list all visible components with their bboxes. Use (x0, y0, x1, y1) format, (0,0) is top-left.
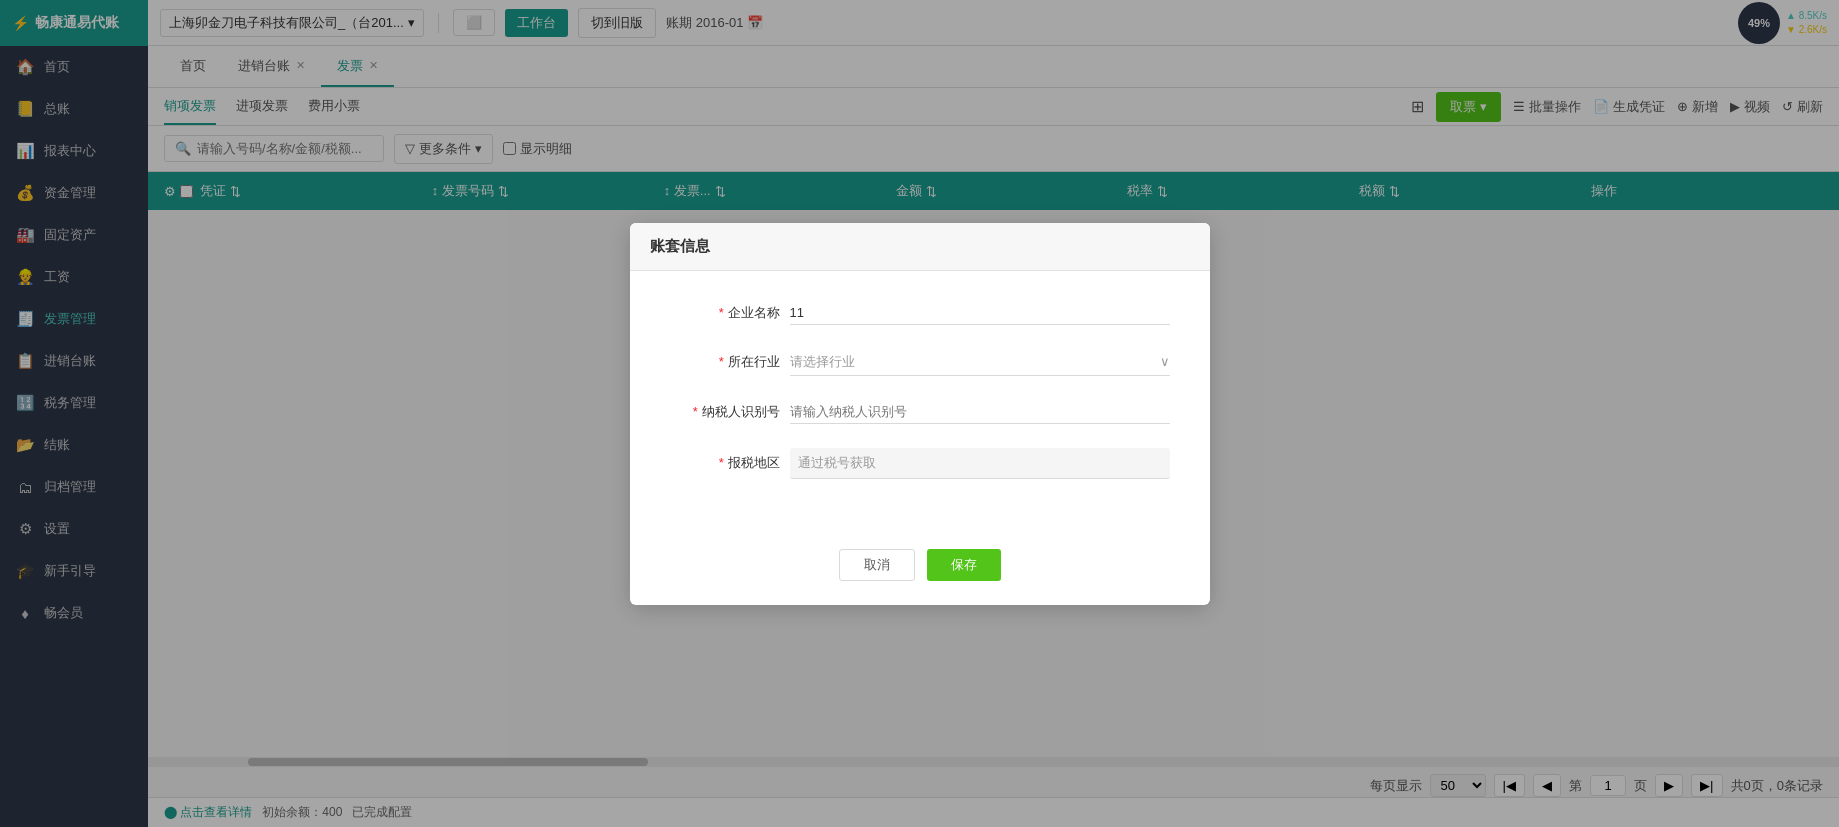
save-button[interactable]: 保存 (927, 549, 1001, 581)
industry-placeholder: 请选择行业 (790, 353, 855, 371)
tax-id-input[interactable] (790, 400, 1170, 424)
modal-footer: 取消 保存 (630, 533, 1210, 605)
cancel-button[interactable]: 取消 (839, 549, 915, 581)
tax-region-label: * 报税地区 (670, 454, 790, 472)
tax-region-display: 通过税号获取 (790, 448, 1170, 479)
industry-row: * 所在行业 请选择行业 ∨ (670, 349, 1170, 376)
tax-region-row: * 报税地区 通过税号获取 (670, 448, 1170, 479)
company-name-label: * 企业名称 (670, 304, 790, 322)
industry-select[interactable]: 请选择行业 ∨ (790, 349, 1170, 376)
modal-body: * 企业名称 * 所在行业 请选择行业 ∨ * (630, 271, 1210, 533)
company-name-input[interactable] (790, 301, 1170, 325)
modal-overlay[interactable]: 账套信息 * 企业名称 * 所在行业 请选择行业 ∨ (0, 0, 1839, 827)
modal-title: 账套信息 (650, 237, 710, 254)
modal-header: 账套信息 (630, 223, 1210, 271)
tax-region-label-text: 报税地区 (728, 455, 780, 470)
industry-label: * 所在行业 (670, 353, 790, 371)
tax-region-placeholder: 通过税号获取 (798, 455, 876, 470)
account-info-modal: 账套信息 * 企业名称 * 所在行业 请选择行业 ∨ (630, 223, 1210, 605)
tax-id-row: * 纳税人识别号 (670, 400, 1170, 424)
company-name-label-text: 企业名称 (728, 305, 780, 320)
tax-id-label-text: 纳税人识别号 (702, 404, 780, 419)
industry-label-text: 所在行业 (728, 354, 780, 369)
tax-id-label: * 纳税人识别号 (670, 403, 790, 421)
company-name-row: * 企业名称 (670, 301, 1170, 325)
industry-dropdown-icon: ∨ (1160, 354, 1170, 369)
